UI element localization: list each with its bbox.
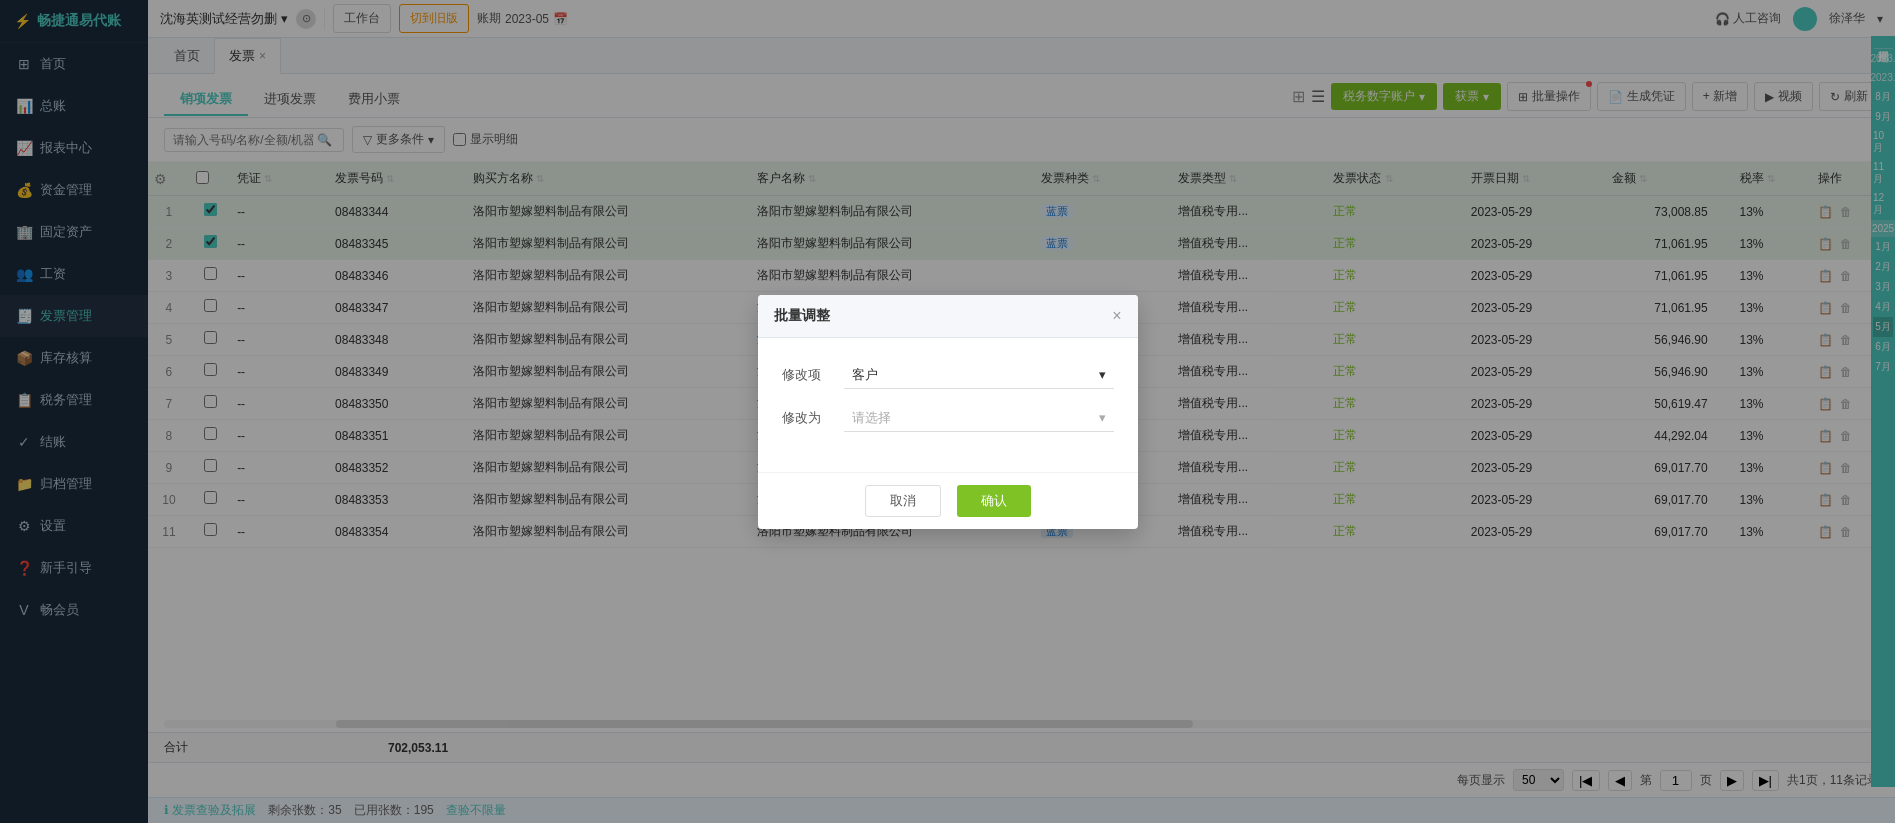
field-value: 客户 — [852, 366, 878, 384]
form-row-field: 修改项 客户 ▾ — [782, 362, 1114, 389]
modal-body: 修改项 客户 ▾ 修改为 请选择 ▾ — [758, 338, 1138, 472]
modal-title: 批量调整 — [774, 307, 830, 325]
cancel-btn[interactable]: 取消 — [865, 485, 941, 517]
modal-close-btn[interactable]: × — [1112, 307, 1121, 325]
form-row-value: 修改为 请选择 ▾ — [782, 405, 1114, 432]
modal-overlay[interactable]: 批量调整 × 修改项 客户 ▾ 修改为 请选择 ▾ 取消 确认 — [0, 0, 1895, 823]
modal-footer: 取消 确认 — [758, 472, 1138, 529]
field-select[interactable]: 客户 ▾ — [844, 362, 1114, 389]
value-placeholder: 请选择 — [852, 409, 891, 427]
value-select[interactable]: 请选择 ▾ — [844, 405, 1114, 432]
confirm-btn[interactable]: 确认 — [957, 485, 1031, 517]
modal-header: 批量调整 × — [758, 295, 1138, 338]
value-label: 修改为 — [782, 409, 832, 427]
field-label: 修改项 — [782, 366, 832, 384]
field-dropdown-icon: ▾ — [1099, 367, 1106, 382]
batch-adjust-modal: 批量调整 × 修改项 客户 ▾ 修改为 请选择 ▾ 取消 确认 — [758, 295, 1138, 529]
value-dropdown-icon: ▾ — [1099, 410, 1106, 425]
